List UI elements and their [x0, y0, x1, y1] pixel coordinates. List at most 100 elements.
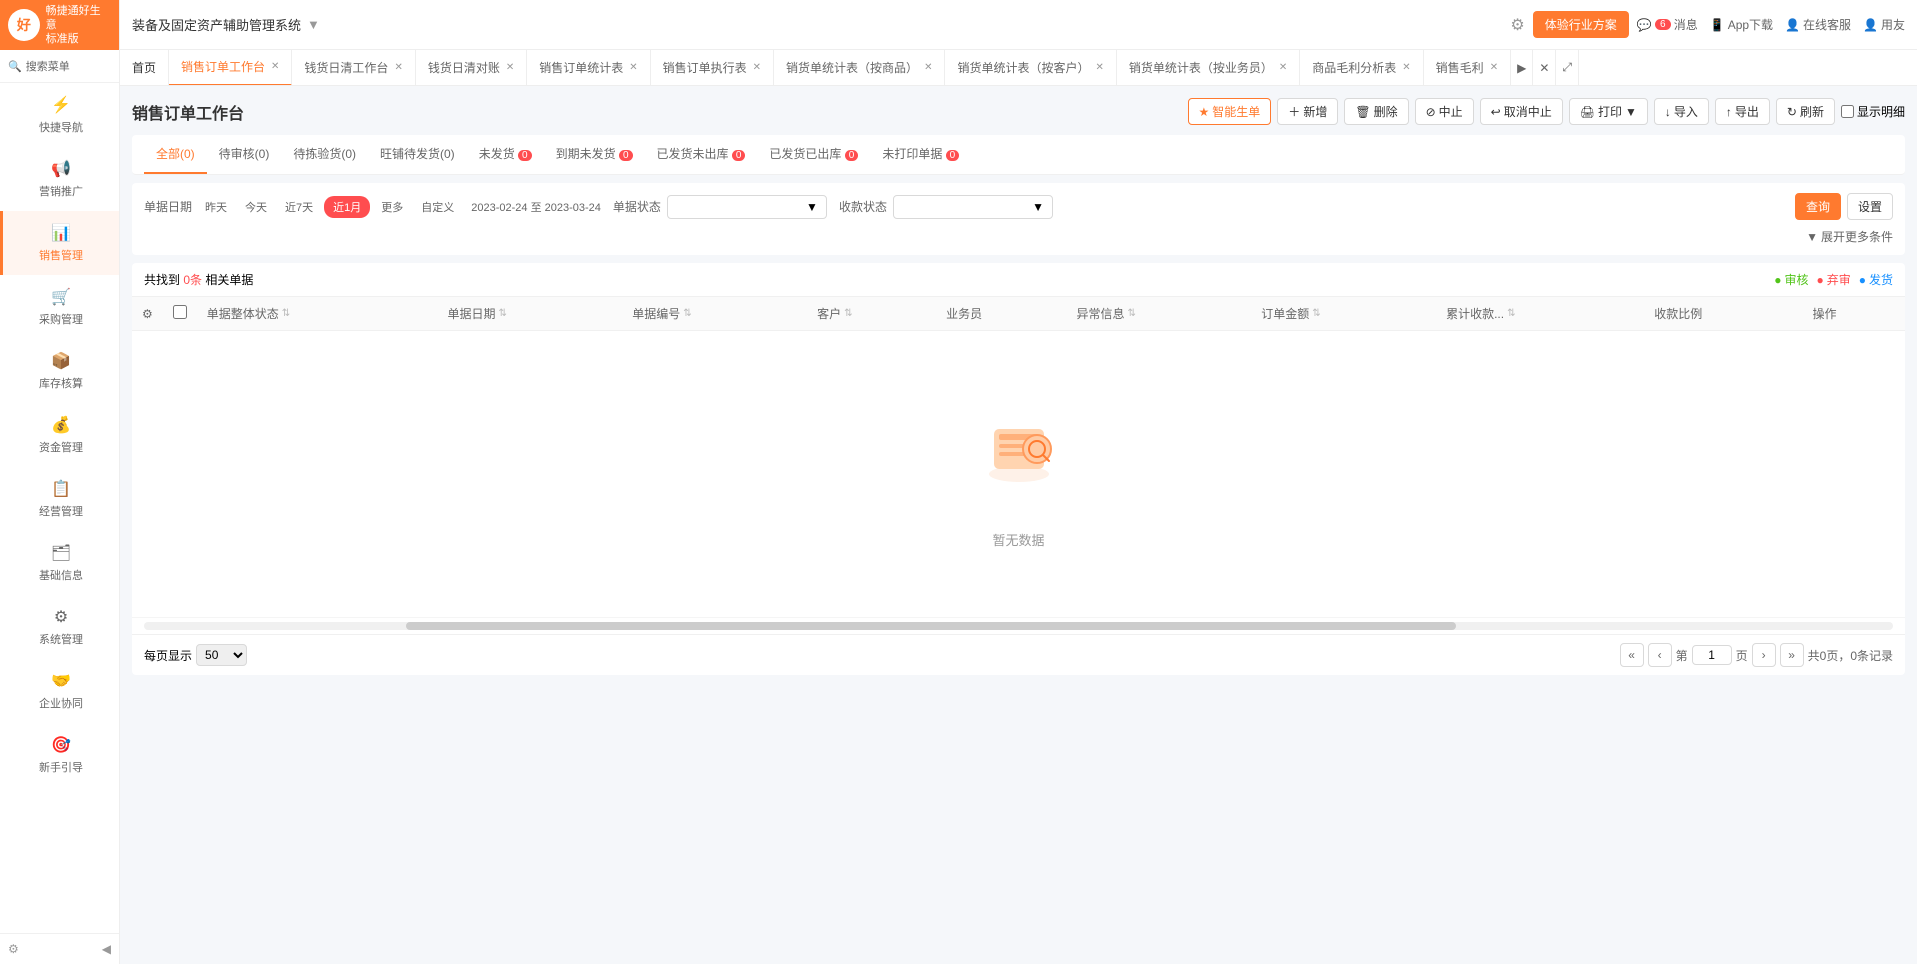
tab-close-icon[interactable]: ✕: [1402, 62, 1410, 73]
settings-header-icon[interactable]: ⚙: [1510, 15, 1524, 35]
tab-sales-order-workbench[interactable]: 销售订单工作台 ✕: [169, 50, 292, 86]
sort-icon[interactable]: ⇅: [498, 308, 506, 319]
tab-close-icon[interactable]: ✕: [1279, 62, 1287, 73]
query-button[interactable]: 查询: [1795, 193, 1841, 220]
sort-icon[interactable]: ⇅: [282, 308, 290, 319]
sort-icon[interactable]: ⇅: [1507, 308, 1515, 319]
show-detail-checkbox[interactable]: 显示明细: [1841, 103, 1905, 120]
tab-close-icon[interactable]: ✕: [506, 62, 514, 73]
last-page-button[interactable]: »: [1780, 643, 1804, 667]
sort-icon[interactable]: ⇅: [1127, 308, 1135, 319]
tab-close-all-button[interactable]: ✕: [1533, 50, 1556, 86]
status-select[interactable]: ▼: [667, 195, 827, 219]
page-number-input[interactable]: [1692, 645, 1732, 665]
online-service-action[interactable]: 👤 在线客服: [1785, 16, 1851, 33]
date-btn-yesterday[interactable]: 昨天: [198, 196, 234, 218]
tab-sales-by-staff[interactable]: 销货单统计表（按业务员） ✕: [1117, 50, 1300, 86]
tab-close-icon[interactable]: ✕: [271, 61, 279, 72]
cancel-stop-button[interactable]: ↩ 取消中止: [1480, 98, 1563, 125]
first-page-button[interactable]: «: [1620, 643, 1644, 667]
settings-bottom-icon[interactable]: ⚙: [8, 942, 19, 956]
tab-sales-by-customer[interactable]: 销货单统计表（按客户） ✕: [945, 50, 1116, 86]
tab-more-button[interactable]: ▶: [1511, 50, 1533, 86]
tab-close-icon[interactable]: ✕: [629, 62, 637, 73]
ship-button[interactable]: ● 发货: [1859, 271, 1893, 288]
sidebar-item-operation[interactable]: 📋 经营管理: [0, 467, 119, 531]
sidebar-item-marketing[interactable]: 📢 营销推广: [0, 147, 119, 211]
smart-generate-button[interactable]: ★ 智能生单: [1188, 98, 1272, 125]
tab-close-icon[interactable]: ✕: [753, 62, 761, 73]
filter-tab-shipped-out[interactable]: 已发货已出库 0: [757, 135, 870, 174]
column-settings-icon[interactable]: ⚙: [142, 307, 153, 321]
audit-circle-icon: ●: [1774, 273, 1781, 287]
print-button[interactable]: 🖨 打印 ▼: [1569, 98, 1648, 125]
sidebar-item-guide[interactable]: 🎯 新手引导: [0, 723, 119, 787]
add-button[interactable]: ＋ 新增: [1277, 98, 1338, 125]
tab-daily-reconcile[interactable]: 钱货日清对账 ✕: [416, 50, 527, 86]
tab-close-icon[interactable]: ✕: [924, 62, 932, 73]
setting-button[interactable]: 设置: [1847, 193, 1893, 220]
filter-tab-pending-audit[interactable]: 待审核(0): [207, 135, 282, 174]
filter-tab-pending-inspect[interactable]: 待拣验货(0): [281, 135, 368, 174]
horizontal-scrollbar[interactable]: [144, 622, 1893, 630]
filter-tab-overdue-not-shipped[interactable]: 到期未发货 0: [544, 135, 645, 174]
filter-tab-shipped-not-out[interactable]: 已发货未出库 0: [645, 135, 758, 174]
audit-button[interactable]: ● 审核: [1774, 271, 1808, 288]
industry-solution-button[interactable]: 体验行业方案: [1533, 11, 1629, 38]
sidebar-item-collab[interactable]: 🤝 企业协同: [0, 659, 119, 723]
delete-button[interactable]: 🗑 删除: [1344, 98, 1408, 125]
tab-sales-gross[interactable]: 销售毛利 ✕: [1424, 50, 1511, 86]
tab-daily-clear-workbench[interactable]: 钱货日清工作台 ✕: [292, 50, 415, 86]
tab-close-icon[interactable]: ✕: [1095, 62, 1103, 73]
message-action[interactable]: 💬 6 消息: [1637, 16, 1698, 33]
tab-sales-stats[interactable]: 销售订单统计表 ✕: [527, 50, 650, 86]
sort-icon[interactable]: ⇅: [683, 308, 691, 319]
expand-conditions-button[interactable]: ▼ 展开更多条件: [1806, 228, 1893, 245]
cancel-audit-button[interactable]: ● 弃审: [1816, 271, 1850, 288]
sidebar-item-purchase[interactable]: 🛒 采购管理: [0, 275, 119, 339]
tab-close-icon[interactable]: ✕: [1490, 62, 1498, 73]
sort-icon[interactable]: ⇅: [844, 308, 852, 319]
tab-gross-profit[interactable]: 商品毛利分析表 ✕: [1300, 50, 1423, 86]
scrollbar-thumb[interactable]: [406, 622, 1455, 630]
import-button[interactable]: ↓ 导入: [1654, 98, 1709, 125]
show-detail-input[interactable]: [1841, 105, 1854, 118]
date-btn-7days[interactable]: 近7天: [278, 196, 320, 218]
sidebar-item-basic[interactable]: 🗂 基础信息: [0, 531, 119, 595]
filter-tab-wangpu[interactable]: 旺铺待发货(0): [368, 135, 467, 174]
date-btn-more[interactable]: 更多: [374, 196, 410, 218]
stop-button[interactable]: ⊘ 中止: [1415, 98, 1474, 125]
filter-tab-not-shipped[interactable]: 未发货 0: [467, 135, 544, 174]
user-action[interactable]: 👤 用友: [1863, 16, 1905, 33]
filter-tab-all[interactable]: 全部(0): [144, 135, 207, 174]
prev-page-button[interactable]: ‹: [1648, 643, 1672, 667]
sort-icon[interactable]: ⇅: [1312, 308, 1320, 319]
sidebar-item-quick-nav[interactable]: ⚡ 快捷导航: [0, 83, 119, 147]
export-button[interactable]: ↑ 导出: [1715, 98, 1770, 125]
select-all-checkbox[interactable]: [173, 305, 187, 319]
tab-sales-by-product[interactable]: 销货单统计表（按商品） ✕: [774, 50, 945, 86]
sidebar-item-system[interactable]: ⚙ 系统管理: [0, 595, 119, 659]
date-btn-custom[interactable]: 自定义: [414, 196, 461, 218]
payment-select[interactable]: ▼: [893, 195, 1053, 219]
tab-close-icon[interactable]: ✕: [394, 62, 402, 73]
filter-tab-not-printed[interactable]: 未打印单据 0: [870, 135, 971, 174]
date-btn-1month[interactable]: 近1月: [324, 196, 370, 218]
tab-home[interactable]: 首页: [120, 50, 169, 86]
sidebar-item-finance[interactable]: 💰 资金管理: [0, 403, 119, 467]
export-icon: ↑: [1726, 105, 1732, 119]
date-buttons: 昨天 今天 近7天 近1月 更多 自定义: [198, 196, 461, 218]
expand-down-icon: ▼: [1806, 230, 1818, 244]
page-size-select[interactable]: 10 20 50 100: [196, 644, 247, 666]
sidebar-item-inventory[interactable]: 📦 库存核算: [0, 339, 119, 403]
tab-fullscreen-button[interactable]: ⤢: [1556, 50, 1579, 86]
sidebar-item-search[interactable]: 🔍 搜索菜单: [0, 50, 119, 83]
next-page-button[interactable]: ›: [1752, 643, 1776, 667]
collapse-icon[interactable]: ◀: [102, 942, 111, 956]
refresh-button[interactable]: ↻ 刷新: [1776, 98, 1835, 125]
app-download-action[interactable]: 📱 App下载: [1710, 16, 1773, 33]
sidebar-item-sales[interactable]: 📊 销售管理: [0, 211, 119, 275]
tab-sales-exec[interactable]: 销售订单执行表 ✕: [651, 50, 774, 86]
date-btn-today[interactable]: 今天: [238, 196, 274, 218]
system-dropdown-icon[interactable]: ▼: [307, 17, 320, 32]
